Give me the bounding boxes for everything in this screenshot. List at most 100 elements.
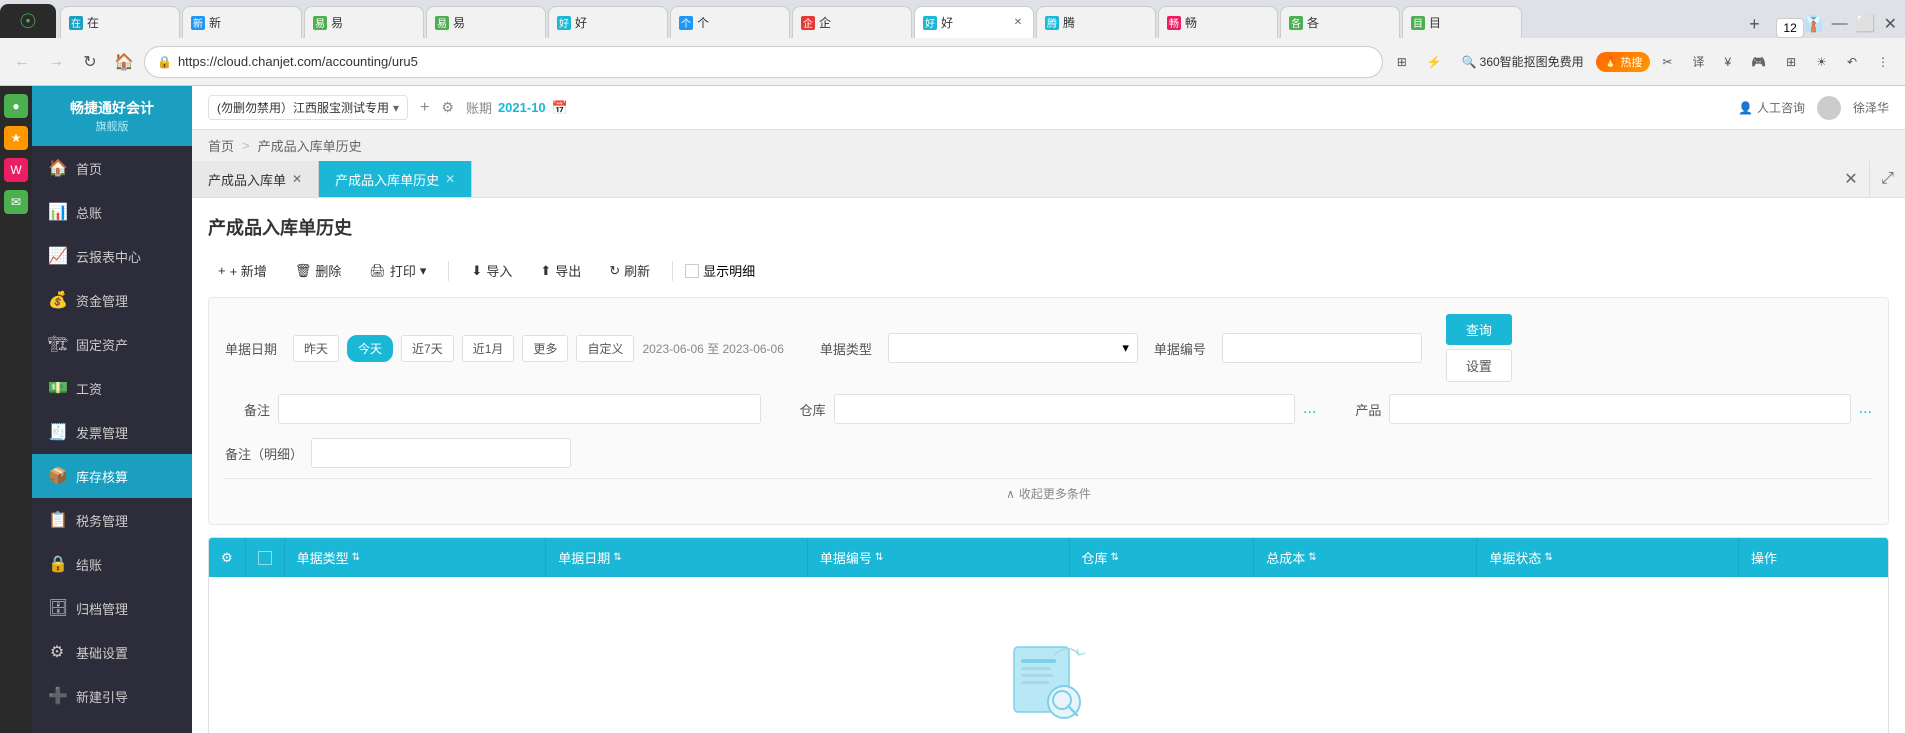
import-button[interactable]: ⬇ 导入 — [461, 256, 522, 285]
sidebar-item-basic[interactable]: ⚙ 基础设置 — [32, 630, 192, 674]
table-header-number[interactable]: 单据编号 ⇅ — [807, 538, 1069, 577]
tab-4[interactable]: 易 易 — [426, 6, 546, 38]
table-header-status[interactable]: 单据状态 ⇅ — [1477, 538, 1739, 577]
tab-10[interactable]: 畅 畅 — [1158, 6, 1278, 38]
page-tab-history-close[interactable]: ✕ — [445, 172, 455, 186]
tab-2[interactable]: 新 新 — [182, 6, 302, 38]
type-filter-select[interactable]: ▾ — [888, 333, 1138, 363]
sidebar-item-invoice[interactable]: 🧾 发票管理 — [32, 410, 192, 454]
left-icon-3[interactable]: W — [4, 158, 28, 182]
warehouse-input[interactable] — [834, 394, 1295, 424]
search-text[interactable]: 360智能抠图免费用 — [1480, 53, 1584, 70]
user-avatar[interactable] — [1817, 96, 1841, 120]
restore-button[interactable]: ⬜ — [1856, 14, 1876, 34]
new-tab-button[interactable]: + — [1740, 10, 1768, 38]
table-header-warehouse[interactable]: 仓库 ⇅ — [1069, 538, 1254, 577]
calendar-icon[interactable]: 📅 — [552, 100, 568, 116]
product-input[interactable] — [1389, 394, 1850, 424]
add-company-btn[interactable]: + — [420, 99, 429, 117]
warehouse-dots[interactable]: ... — [1303, 400, 1316, 418]
tab-8[interactable]: 好 好 ✕ — [914, 6, 1034, 38]
custom-date-btn[interactable]: 自定义 — [576, 335, 634, 362]
table-header-type[interactable]: 单据类型 ⇅ — [284, 538, 546, 577]
sidebar-item-home[interactable]: 🏠 首页 — [32, 146, 192, 190]
sidebar-item-inventory[interactable]: 📦 库存核算 — [32, 454, 192, 498]
page-tab-history[interactable]: 产成品入库单历史 ✕ — [319, 161, 472, 197]
global-page-close-btn[interactable]: ✕ — [1833, 161, 1869, 197]
refresh-data-button[interactable]: ↻ 刷新 — [599, 256, 660, 285]
translate-icon[interactable]: 译 — [1684, 49, 1712, 74]
grid-icon-button[interactable]: ⊞ — [1389, 51, 1415, 73]
tab-8-close-btn[interactable]: ✕ — [1011, 16, 1025, 30]
period-value[interactable]: 2021-10 — [498, 100, 546, 115]
lightning-icon-button[interactable]: ⚡ — [1419, 51, 1450, 73]
setting-button[interactable]: 设置 — [1446, 349, 1512, 382]
settings-more-icon[interactable]: ⋮ — [1869, 51, 1897, 73]
yuan-icon[interactable]: ¥ — [1716, 51, 1739, 73]
tab-7[interactable]: 企 企 — [792, 6, 912, 38]
today-btn[interactable]: 今天 — [347, 335, 393, 362]
sidebar-item-tax[interactable]: 📋 税务管理 — [32, 498, 192, 542]
tab-11[interactable]: 各 各 — [1280, 6, 1400, 38]
left-icon-1[interactable]: ● — [4, 94, 28, 118]
tab-5[interactable]: 好 好 — [548, 6, 668, 38]
apps-icon[interactable]: ⊞ — [1778, 51, 1804, 73]
minimize-button[interactable]: — — [1832, 15, 1848, 33]
new-button[interactable]: + + 新增 — [208, 256, 277, 285]
refresh-button[interactable]: ↻ — [76, 48, 104, 76]
tab-3[interactable]: 易 易 — [304, 6, 424, 38]
sidebar-item-salary[interactable]: 💵 工资 — [32, 366, 192, 410]
page-tab-list[interactable]: 产成品入库单 ✕ — [192, 161, 319, 197]
hot-search-badge[interactable]: 🔥 热搜 — [1596, 52, 1651, 72]
address-url[interactable]: https://cloud.chanjet.com/accounting/uru… — [178, 54, 1370, 69]
human-service-btn[interactable]: 👤 人工咨询 — [1738, 99, 1805, 116]
forward-button[interactable]: → — [42, 48, 70, 76]
product-dots[interactable]: ... — [1859, 400, 1872, 418]
user-name-display[interactable]: 徐泽华 — [1853, 99, 1889, 116]
tab-9[interactable]: 腾 腾 — [1036, 6, 1156, 38]
query-button[interactable]: 查询 — [1446, 314, 1512, 345]
page-tab-list-close[interactable]: ✕ — [292, 172, 302, 186]
number-filter-input[interactable] — [1222, 333, 1422, 363]
table-header-date[interactable]: 单据日期 ⇅ — [546, 538, 808, 577]
note-detail-input[interactable] — [311, 438, 571, 468]
show-detail-checkbox[interactable]: 显示明细 — [685, 261, 755, 280]
table-header-cost[interactable]: 总成本 ⇅ — [1254, 538, 1477, 577]
sidebar-item-funds[interactable]: 💰 资金管理 — [32, 278, 192, 322]
tab-6[interactable]: 个 个 — [670, 6, 790, 38]
maximize-page-btn[interactable]: ⤢ — [1869, 161, 1905, 197]
more-date-btn[interactable]: 更多 — [522, 335, 568, 362]
sidebar-item-fixed-assets[interactable]: 🏗 固定资产 — [32, 322, 192, 366]
export-button[interactable]: ⬆ 导出 — [530, 256, 591, 285]
note-input[interactable] — [278, 394, 761, 424]
home-button[interactable]: 🏠 — [110, 48, 138, 76]
sidebar-item-reports[interactable]: 📈 云报表中心 — [32, 234, 192, 278]
shirt-icon[interactable]: 👔 — [1804, 14, 1824, 34]
yesterday-btn[interactable]: 昨天 — [293, 335, 339, 362]
sidebar-item-new[interactable]: ➕ 新建引导 — [32, 674, 192, 718]
settings-btn[interactable]: ⚙ — [441, 99, 454, 116]
tab-12[interactable]: 目 目 — [1402, 6, 1522, 38]
table-header-checkbox[interactable] — [245, 538, 284, 577]
back-button[interactable]: ← — [8, 48, 36, 76]
sidebar-item-settlement[interactable]: 🔒 结账 — [32, 542, 192, 586]
table-header-gear[interactable]: ⚙ — [209, 538, 245, 577]
show-detail-checkbox-box[interactable] — [685, 264, 699, 278]
scissors-icon[interactable]: ✂ — [1654, 51, 1680, 73]
sidebar-item-archive[interactable]: 🗄 归档管理 — [32, 586, 192, 630]
collapse-button[interactable]: ∧ 收起更多条件 — [225, 478, 1872, 508]
left-icon-2[interactable]: ★ — [4, 126, 28, 150]
delete-button[interactable]: 🗑 删除 — [285, 256, 352, 285]
theme-icon[interactable]: ☀ — [1808, 51, 1835, 73]
left-icon-4[interactable]: ✉ — [4, 190, 28, 214]
close-window-button[interactable]: ✕ — [1884, 14, 1897, 34]
tab-1[interactable]: 在 在 — [60, 6, 180, 38]
game-icon[interactable]: 🎮 — [1743, 51, 1774, 73]
week-btn[interactable]: 近7天 — [401, 335, 454, 362]
breadcrumb-home[interactable]: 首页 — [208, 136, 234, 155]
month-btn[interactable]: 近1月 — [462, 335, 515, 362]
sidebar-item-ledger[interactable]: 📊 总账 — [32, 190, 192, 234]
company-selector[interactable]: (勿删勿禁用）江西服宝测试专用 ▾ — [208, 95, 408, 120]
undo-icon[interactable]: ↶ — [1839, 51, 1865, 73]
breadcrumb-current[interactable]: 产成品入库单历史 — [258, 136, 362, 155]
